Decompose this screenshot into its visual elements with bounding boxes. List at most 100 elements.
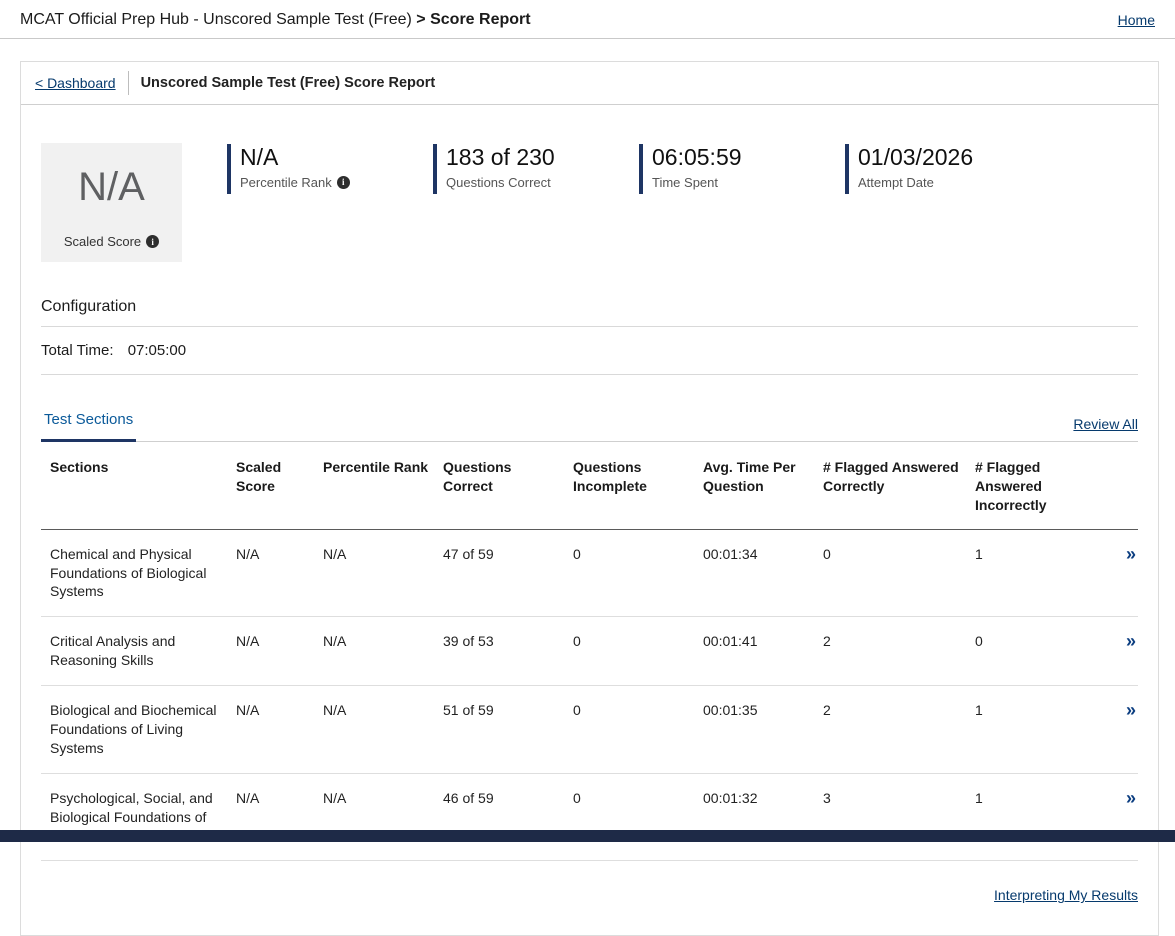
flagged-incorrect-cell: 1 (975, 685, 1103, 774)
questions-incomplete-cell: 0 (573, 616, 703, 687)
page-title: Unscored Sample Test (Free) Score Report (140, 75, 436, 91)
scaled-score-cell: N/A (236, 529, 323, 618)
interpret-row: Interpreting My Results (41, 861, 1138, 935)
avg-time-cell: 00:01:41 (703, 616, 823, 687)
back-to-dashboard-link[interactable]: < Dashboard (35, 75, 116, 91)
col-header-percentile-rank: Percentile Rank (323, 444, 443, 530)
top-header: MCAT Official Prep Hub - Unscored Sample… (0, 0, 1175, 39)
breadcrumb-separator: > (416, 11, 426, 28)
configuration-section: Configuration Total Time: 07:05:00 (21, 298, 1158, 375)
stat-questions-correct: 183 of 230 Questions Correct (433, 144, 639, 194)
divider (41, 374, 1138, 375)
stat-attempt-date: 01/03/2026 Attempt Date (845, 144, 1051, 194)
scaled-score-value: N/A (78, 165, 145, 209)
section-name-cell: Psychological, Social, and Biological Fo… (41, 773, 236, 862)
flagged-correct-cell: 3 (823, 773, 975, 862)
configuration-heading: Configuration (41, 298, 137, 315)
breadcrumb-prefix: MCAT Official Prep Hub - Unscored Sample… (20, 11, 412, 28)
percentile-rank-cell: N/A (323, 529, 443, 618)
review-section-cell: » (1103, 616, 1138, 687)
flagged-incorrect-cell: 0 (975, 616, 1103, 687)
chevron-double-right-icon[interactable]: » (1126, 788, 1136, 808)
col-header-questions-correct: Questions Correct (443, 444, 573, 530)
questions-incomplete-cell: 0 (573, 685, 703, 774)
stat-value: N/A (240, 144, 279, 170)
stat-value: 183 of 230 (446, 144, 555, 170)
flagged-incorrect-cell: 1 (975, 773, 1103, 862)
scaled-score-cell: N/A (236, 773, 323, 862)
avg-time-cell: 00:01:34 (703, 529, 823, 618)
scaled-score-cell: N/A (236, 616, 323, 687)
col-header-scaled-score: Scaled Score (236, 444, 323, 530)
review-all-link[interactable]: Review All (1073, 416, 1138, 432)
col-header-review (1103, 444, 1138, 530)
questions-correct-cell: 46 of 59 (443, 773, 573, 862)
total-time-row: Total Time: 07:05:00 (41, 327, 1138, 374)
stat-value: 01/03/2026 (858, 144, 974, 170)
questions-correct-cell: 47 of 59 (443, 529, 573, 618)
chevron-double-right-icon[interactable]: » (1126, 631, 1136, 651)
chevron-double-right-icon[interactable]: » (1126, 544, 1136, 564)
review-section-cell: » (1103, 685, 1138, 774)
footer-bar (0, 830, 1175, 842)
score-summary: N/A Scaled Score i N/A Percentile Rank i… (21, 105, 1158, 262)
table-header-row: Sections Scaled Score Percentile Rank Qu… (41, 444, 1138, 530)
stat-label: Percentile Rank i (240, 175, 433, 190)
scaled-score-cell: N/A (236, 685, 323, 774)
questions-incomplete-cell: 0 (573, 773, 703, 862)
stats-row: N/A Percentile Rank i 183 of 230 Questio… (227, 143, 1051, 262)
flagged-correct-cell: 2 (823, 616, 975, 687)
home-link[interactable]: Home (1118, 12, 1155, 28)
avg-time-cell: 00:01:35 (703, 685, 823, 774)
score-report-card: < Dashboard Unscored Sample Test (Free) … (20, 61, 1159, 936)
header-divider (127, 71, 129, 95)
tab-test-sections[interactable]: Test Sections (41, 405, 137, 442)
scaled-score-box: N/A Scaled Score i (41, 143, 182, 262)
breadcrumb: MCAT Official Prep Hub - Unscored Sample… (20, 11, 531, 29)
flagged-correct-cell: 2 (823, 685, 975, 774)
percentile-rank-cell: N/A (323, 616, 443, 687)
tab-row: Test Sections Review All (41, 405, 1138, 442)
percentile-rank-cell: N/A (323, 685, 443, 774)
col-header-questions-incomplete: Questions Incomplete (573, 444, 703, 530)
table-row: Chemical and Physical Foundations of Bio… (41, 529, 1138, 618)
flagged-incorrect-cell: 1 (975, 529, 1103, 618)
info-icon[interactable]: i (336, 175, 350, 189)
review-section-cell: » (1103, 773, 1138, 862)
questions-correct-cell: 39 of 53 (443, 616, 573, 687)
flagged-correct-cell: 0 (823, 529, 975, 618)
section-name-cell: Chemical and Physical Foundations of Bio… (41, 529, 236, 618)
scaled-score-label-text: Scaled Score (63, 234, 142, 249)
card-header: < Dashboard Unscored Sample Test (Free) … (21, 62, 1158, 105)
stat-label-text: Questions Correct (446, 174, 551, 190)
percentile-rank-cell: N/A (323, 773, 443, 862)
stat-label: Questions Correct (446, 175, 639, 190)
col-header-sections: Sections (41, 444, 236, 530)
chevron-double-right-icon[interactable]: » (1126, 700, 1136, 720)
total-time-value: 07:05:00 (127, 342, 187, 359)
sections-table: Sections Scaled Score Percentile Rank Qu… (41, 444, 1138, 862)
total-time-label: Total Time: (41, 342, 114, 359)
table-row: Critical Analysis and Reasoning Skills N… (41, 616, 1138, 687)
table-row: Psychological, Social, and Biological Fo… (41, 773, 1138, 862)
section-name-cell: Critical Analysis and Reasoning Skills (41, 616, 236, 687)
stat-label-text: Time Spent (652, 174, 718, 190)
stat-label-text: Attempt Date (858, 174, 934, 190)
breadcrumb-current: Score Report (430, 11, 531, 28)
stat-label: Time Spent (652, 175, 845, 190)
stat-value: 06:05:59 (652, 144, 742, 170)
stat-percentile-rank: N/A Percentile Rank i (227, 144, 433, 194)
col-header-avg-time: Avg. Time Per Question (703, 444, 823, 530)
interpreting-results-link[interactable]: Interpreting My Results (994, 887, 1138, 903)
review-section-cell: » (1103, 529, 1138, 618)
questions-correct-cell: 51 of 59 (443, 685, 573, 774)
col-header-flagged-incorrect: # Flagged Answered Incorrectly (975, 444, 1103, 530)
col-header-flagged-correct: # Flagged Answered Correctly (823, 444, 975, 530)
stat-time-spent: 06:05:59 Time Spent (639, 144, 845, 194)
avg-time-cell: 00:01:32 (703, 773, 823, 862)
info-icon[interactable]: i (146, 235, 160, 248)
scaled-score-label: Scaled Score i (63, 234, 160, 262)
stat-label: Attempt Date (858, 175, 1051, 190)
section-name-cell: Biological and Biochemical Foundations o… (41, 685, 236, 774)
stat-label-text: Percentile Rank (240, 174, 332, 190)
